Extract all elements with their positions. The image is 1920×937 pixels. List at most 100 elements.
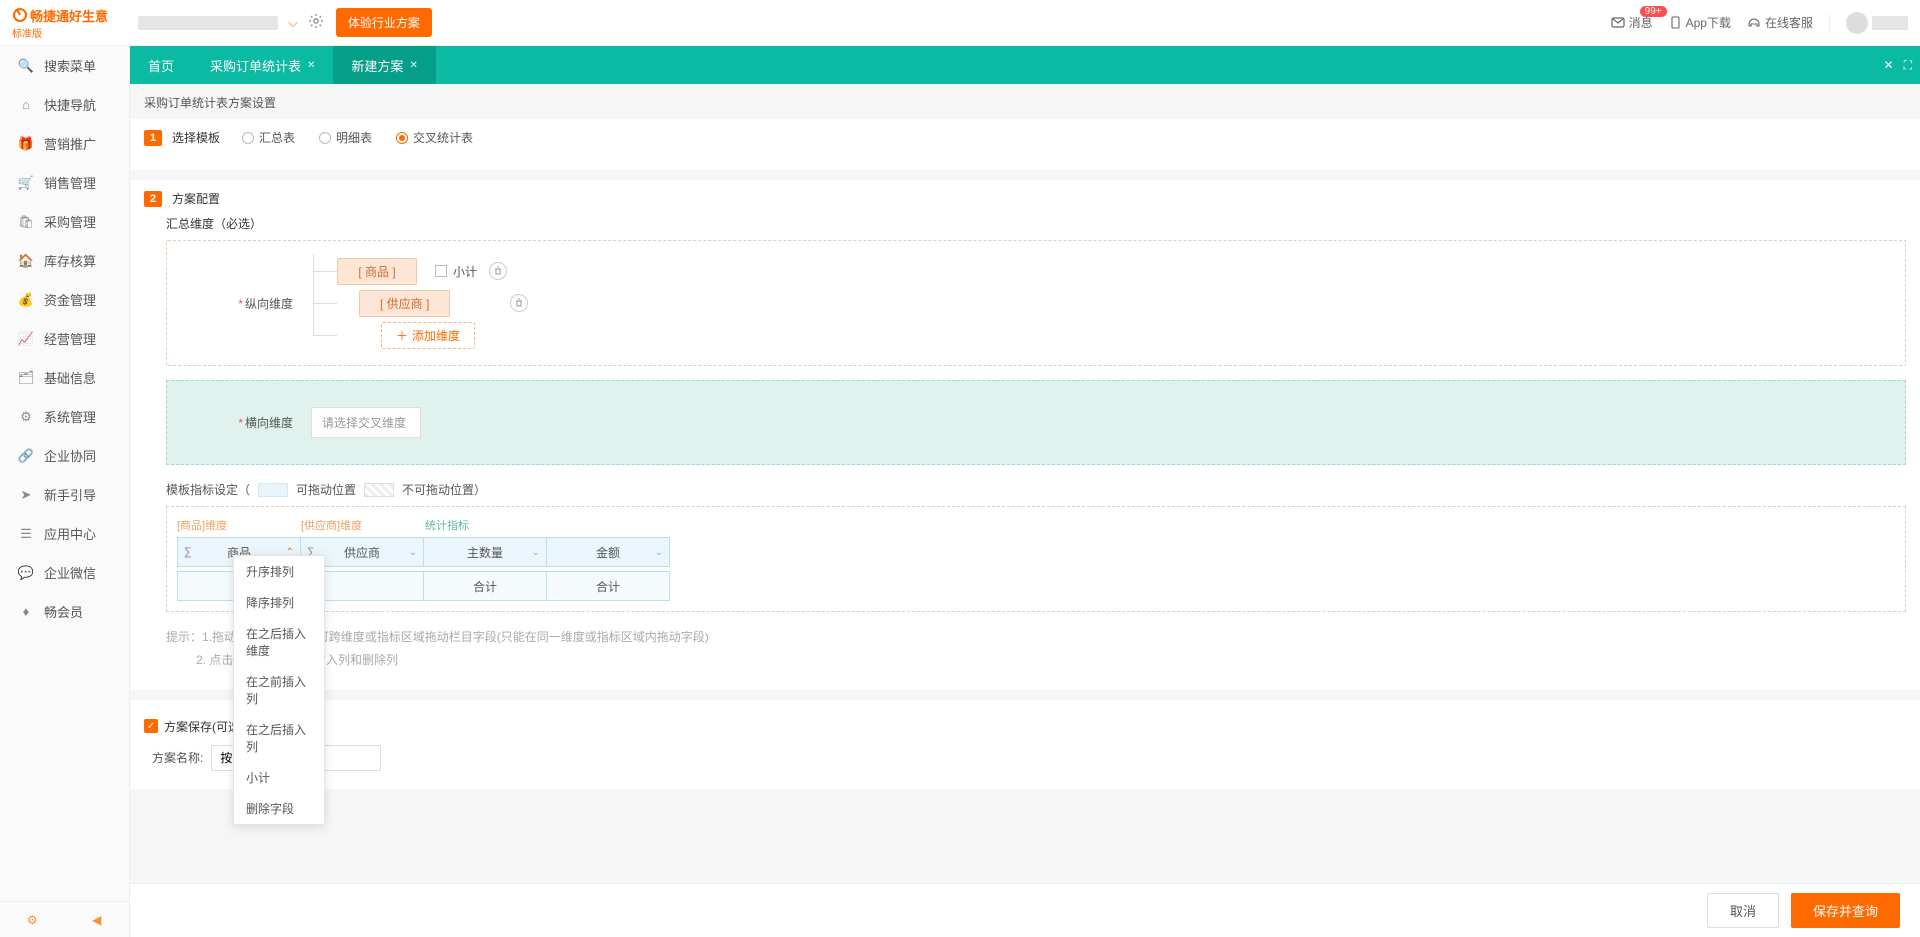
logo-icon — [12, 7, 28, 23]
sidebar-item-inventory[interactable]: 🏠库存核算 — [0, 241, 129, 280]
delete-dim-button[interactable] — [510, 294, 528, 312]
sidebar-item-collab[interactable]: 🔗企业协同 — [0, 436, 129, 475]
step-2-title: 方案配置 — [172, 190, 220, 207]
sidebar-item-quicknav[interactable]: ⌂快捷导航 — [0, 85, 129, 124]
sidebar-item-system[interactable]: ⚙系统管理 — [0, 397, 129, 436]
vip-icon: ♦ — [18, 604, 34, 620]
warehouse-icon: 🏠 — [18, 253, 34, 269]
sidebar-item-operations[interactable]: 📈经营管理 — [0, 319, 129, 358]
menu-insert-dim-after[interactable]: 在之后插入维度 — [234, 618, 324, 666]
radio-detail[interactable]: 明细表 — [319, 129, 372, 146]
menu-delete-field[interactable]: 删除字段 — [234, 793, 324, 824]
sigma-icon: ∑ — [184, 546, 192, 558]
menu-sort-desc[interactable]: 降序排列 — [234, 587, 324, 618]
logo: 畅捷通好生意 — [12, 6, 108, 25]
col-label-supplier: [供应商]维度 — [301, 517, 425, 533]
tab-home[interactable]: 首页 — [130, 46, 192, 84]
legend-fixed-swatch — [364, 483, 394, 497]
horizontal-dim-box: *横向维度 请选择交叉维度 — [166, 380, 1906, 465]
logo-area: 畅捷通好生意 标准版 — [12, 6, 130, 40]
save-scheme-checkbox[interactable]: ✓ — [144, 719, 158, 733]
collapse-icon: ◀ — [92, 913, 101, 927]
chevron-down-icon: ⌄ — [655, 547, 663, 558]
app-download-link[interactable]: App下载 — [1669, 14, 1731, 31]
headset-icon — [1747, 16, 1761, 30]
sidebar-item-marketing[interactable]: 🎁营销推广 — [0, 124, 129, 163]
radio-summary[interactable]: 汇总表 — [242, 129, 295, 146]
breadcrumb: 采购订单统计表方案设置 — [130, 84, 1920, 119]
sidebar-item-wechat[interactable]: 💬企业微信 — [0, 553, 129, 592]
apps-icon: ☰ — [18, 526, 34, 542]
close-icon[interactable]: ✕ — [307, 60, 315, 71]
trash-icon — [514, 298, 524, 308]
vertical-label: *纵向维度 — [183, 295, 293, 312]
radio-cross[interactable]: 交叉统计表 — [396, 129, 473, 146]
gift-icon: 🎁 — [18, 136, 34, 152]
messages-badge: 99+ — [1640, 6, 1667, 17]
logo-sub: 标准版 — [12, 25, 42, 40]
save-query-button[interactable]: 保存并查询 — [1791, 893, 1900, 928]
menu-sort-asc[interactable]: 升序排列 — [234, 556, 324, 587]
company-selector[interactable]: ⌵ — [138, 15, 308, 31]
sidebar-item-apps[interactable]: ☰应用中心 — [0, 514, 129, 553]
sidebar-item-purchase[interactable]: 🛍采购管理 — [0, 202, 129, 241]
step-1-badge: 1 — [144, 130, 162, 146]
sidebar-item-basicinfo[interactable]: 🗂基础信息 — [0, 358, 129, 397]
sidebar-item-sales[interactable]: 🛒销售管理 — [0, 163, 129, 202]
tab-new-scheme[interactable]: 新建方案✕ — [333, 46, 435, 84]
sidebar-collapse-button[interactable]: ◀ — [65, 902, 130, 937]
sidebar-item-funds[interactable]: 💰资金管理 — [0, 280, 129, 319]
top-header: 畅捷通好生意 标准版 ⌵ 体验行业方案 消息 99+ App下载 在线客服 — [0, 0, 1920, 46]
menu-subtotal[interactable]: 小计 — [234, 762, 324, 793]
top-right: 消息 99+ App下载 在线客服 — [1611, 12, 1908, 34]
message-icon — [1611, 16, 1625, 30]
user-name-placeholder — [1872, 16, 1908, 30]
plus-icon: ＋ — [396, 327, 408, 344]
cross-dimension-select[interactable]: 请选择交叉维度 — [311, 407, 421, 438]
dim-tag-supplier[interactable]: [ 供应商 ] — [359, 290, 450, 317]
money-icon: 💰 — [18, 292, 34, 308]
gear-icon: ⚙ — [27, 913, 38, 927]
messages-link[interactable]: 消息 99+ — [1611, 14, 1653, 31]
mobile-icon — [1669, 16, 1682, 29]
trial-button[interactable]: 体验行业方案 — [336, 8, 432, 37]
dim-tag-product[interactable]: [ 商品 ] — [337, 258, 417, 285]
menu-insert-col-after[interactable]: 在之后插入列 — [234, 714, 324, 762]
col-label-product: [商品]维度 — [177, 517, 301, 533]
sum-cell-amount: 合计 — [546, 571, 670, 601]
sidebar-item-search[interactable]: 🔍搜索菜单 — [0, 46, 129, 85]
cancel-button[interactable]: 取消 — [1707, 893, 1779, 928]
horizontal-label: *横向维度 — [183, 414, 293, 431]
chevron-down-icon: ⌵ — [288, 15, 298, 31]
sidebar-item-vip[interactable]: ♦畅会员 — [0, 592, 129, 631]
online-service-link[interactable]: 在线客服 — [1747, 14, 1813, 31]
legend-row: 模板指标设定（ 可拖动位置 不可拖动位置） — [166, 481, 1906, 498]
settings-icon[interactable] — [308, 13, 324, 32]
menu-insert-col-before[interactable]: 在之前插入列 — [234, 666, 324, 714]
tab-purchase-stats[interactable]: 采购订单统计表✕ — [192, 46, 333, 84]
trash-icon — [493, 266, 503, 276]
home-icon: ⌂ — [18, 97, 34, 113]
user-menu[interactable] — [1846, 12, 1908, 34]
summary-dim-label: 汇总维度（必选） — [166, 215, 1906, 232]
company-name-placeholder — [138, 16, 278, 30]
wechat-icon: 💬 — [18, 565, 34, 581]
tab-close-button[interactable]: ✕ — [1884, 58, 1894, 72]
bag-icon: 🛍 — [18, 214, 34, 230]
vertical-dim-box: *纵向维度 [ 商品 ] 小计 [ 供应商 ] — [166, 240, 1906, 366]
collab-icon: 🔗 — [18, 448, 34, 464]
add-dimension-button[interactable]: ＋添加维度 — [381, 322, 475, 349]
header-cell-qty[interactable]: 主数量⌄ — [423, 537, 547, 567]
close-icon[interactable]: ✕ — [409, 60, 417, 71]
step-2-badge: 2 — [144, 191, 162, 207]
delete-dim-button[interactable] — [489, 262, 507, 280]
sidebar-item-guide[interactable]: ➤新手引导 — [0, 475, 129, 514]
fullscreen-button[interactable]: ⛶ — [1904, 58, 1912, 73]
search-icon: 🔍 — [18, 58, 34, 74]
sidebar-settings-button[interactable]: ⚙ — [0, 902, 65, 937]
subtotal-checkbox[interactable] — [435, 265, 447, 277]
gear-icon: ⚙ — [18, 409, 34, 425]
col-label-stat: 统计指标 — [425, 517, 549, 533]
header-cell-amount[interactable]: 金额⌄ — [546, 537, 670, 567]
subtotal-label: 小计 — [453, 263, 477, 280]
